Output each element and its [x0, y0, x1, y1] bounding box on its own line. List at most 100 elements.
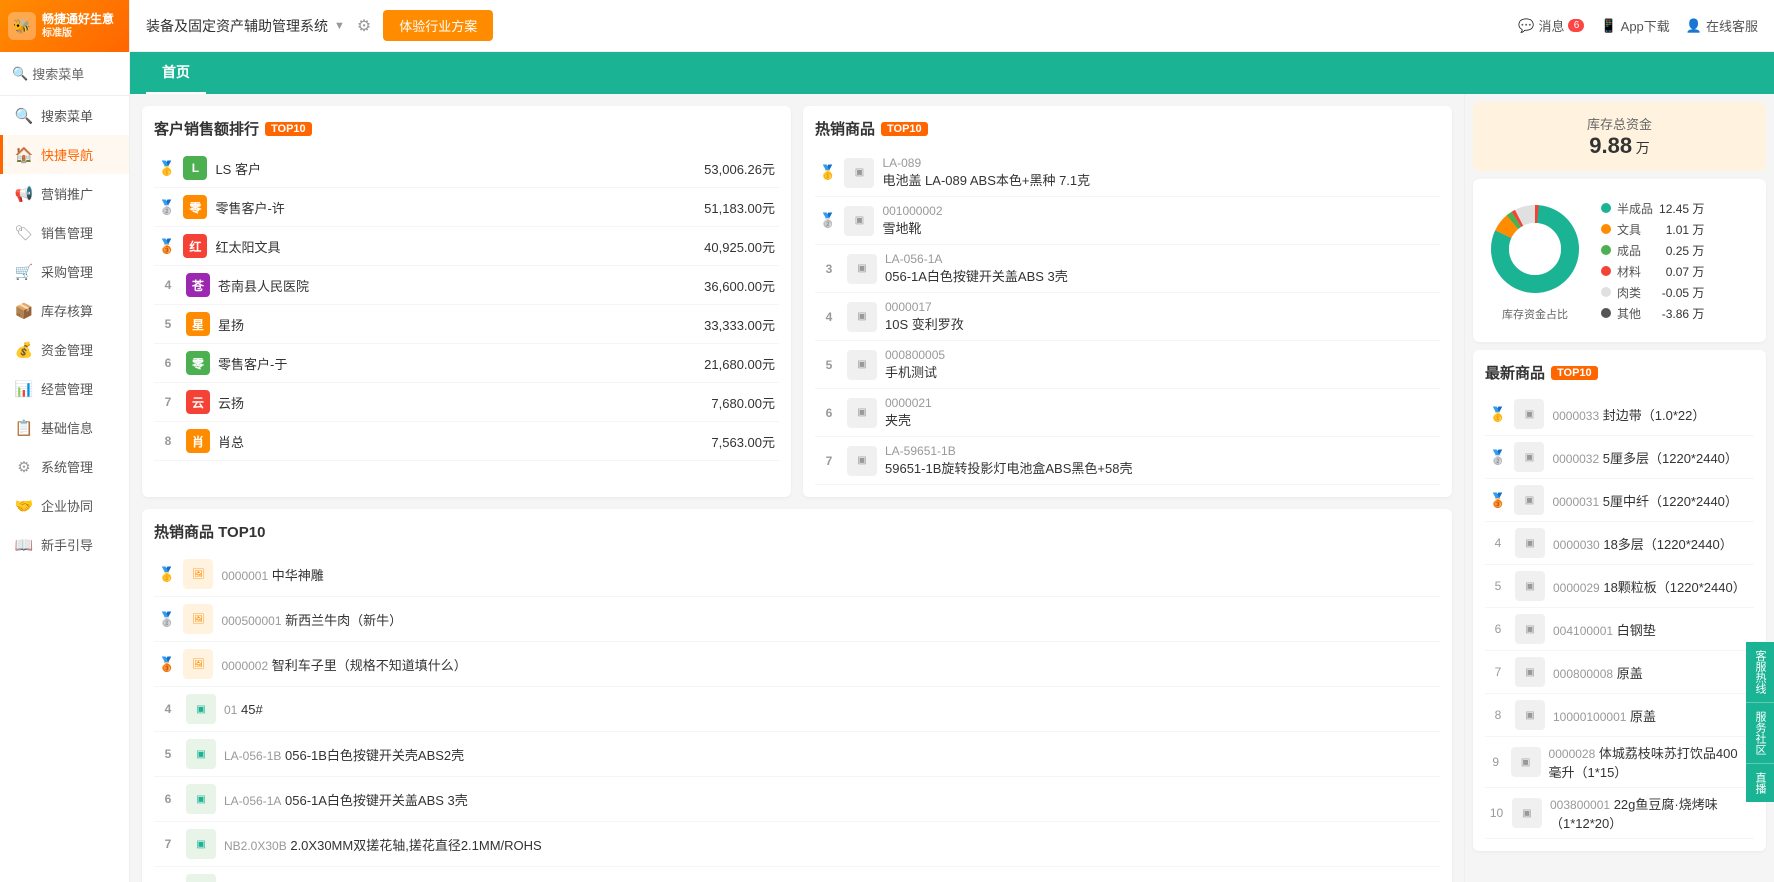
- hpr-name-6: 59651-1B旋转投影灯电池盒ABS黑色+58壳: [885, 458, 1132, 477]
- inventory-chart-card: 库存资金占比 半成品 12.45 万 文具 1.01 万 成品 0.25 万 材…: [1473, 179, 1766, 342]
- hot-product-item-1: 🥈 🖼 000500001 新西兰牛肉（新牛）: [154, 597, 1440, 642]
- latest-top-badge: TOP10: [1551, 366, 1598, 380]
- sidebar-item-11[interactable]: 📖新手引导: [0, 525, 129, 564]
- hpr-name-2: 056-1A白色按键开关盖ABS 3壳: [885, 266, 1068, 285]
- hp-name-2: 智利车子里（规格不知道填什么）: [272, 658, 467, 673]
- hot-product-item-2: 🥉 🖼 0000002 智利车子里（规格不知道填什么）: [154, 642, 1440, 687]
- hpr-name-0: 电池盖 LA-089 ABS本色+黑种 7.1克: [882, 170, 1090, 189]
- hp-info-4: LA-056-1B 056-1B白色按键开关壳ABS2壳: [224, 745, 464, 764]
- hpr-img-3: ▣: [847, 302, 877, 332]
- hpr-img-1: ▣: [844, 206, 874, 236]
- hot-right-item-2: 3 ▣ LA-056-1A 056-1A白色按键开关盖ABS 3壳: [815, 245, 1440, 293]
- system-title: 装备及固定资产辅助管理系统 ▼: [146, 16, 345, 36]
- hot-right-item-1: 🥈 ▣ 001000002 雪地靴: [815, 197, 1440, 245]
- logo-text: 畅捷通好生意 标准版: [42, 12, 114, 41]
- lp-code-0: 0000033: [1552, 409, 1599, 423]
- top-row: 客户销售额排行 TOP10 🥇 L LS 客户 53,006.26元 🥈 零 零…: [142, 106, 1452, 497]
- customer-avatar-0: L: [183, 156, 207, 180]
- float-btn-0[interactable]: 客服热线: [1746, 642, 1774, 703]
- hp-code-4: LA-056-1B: [224, 749, 281, 763]
- customer-name-3: 苍南县人民医院: [218, 276, 696, 295]
- sidebar-item-8[interactable]: 📋基础信息: [0, 408, 129, 447]
- legend-item-1: 文具 1.01 万: [1601, 221, 1704, 238]
- nav-label-7: 经营管理: [41, 379, 93, 398]
- hpr-info-3: 0000017 10S 变利罗孜: [885, 300, 964, 333]
- customer-rank-item-5: 6 零 零售客户-于 21,680.00元: [154, 344, 779, 383]
- message-btn[interactable]: 💬 消息 6: [1518, 16, 1584, 35]
- hp-info-1: 000500001 新西兰牛肉（新牛）: [221, 610, 402, 629]
- hpr-medal-gold: 🥇: [819, 164, 836, 181]
- search-menu-btn[interactable]: 🔍 搜索菜单: [8, 60, 121, 87]
- message-icon: 💬: [1518, 18, 1534, 34]
- lp-img-4: ▣: [1515, 571, 1545, 601]
- inventory-label: 库存总资金: [1485, 114, 1754, 133]
- hp-medal-silver: 🥈: [158, 611, 175, 628]
- customer-rank-title: 客户销售额排行 TOP10: [154, 118, 779, 139]
- lp-info-8: 0000028 体城荔枝味苏打饮品400毫升（1*15）: [1549, 743, 1750, 781]
- trial-btn[interactable]: 体验行业方案: [383, 10, 493, 41]
- hpr-img-2: ▣: [847, 254, 877, 284]
- hp-img-7: ▣: [186, 874, 216, 882]
- customer-name-6: 云扬: [218, 393, 703, 412]
- sidebar-item-2[interactable]: 📢营销推广: [0, 174, 129, 213]
- nav-label-8: 基础信息: [41, 418, 93, 437]
- lp-rank-6: 7: [1489, 665, 1507, 679]
- hpr-info-2: LA-056-1A 056-1A白色按键开关盖ABS 3壳: [885, 252, 1068, 285]
- sidebar-item-0[interactable]: 🔍 搜索菜单: [0, 96, 129, 135]
- home-tab[interactable]: 首页: [146, 52, 206, 94]
- hpr-img-0: ▣: [844, 158, 874, 188]
- hpr-code-0: LA-089: [882, 156, 1090, 170]
- hp-code-0: 0000001: [221, 569, 268, 583]
- lp-code-1: 0000032: [1552, 452, 1599, 466]
- nav-icon-0: 🔍: [15, 107, 33, 125]
- sidebar-item-4[interactable]: 🛒采购管理: [0, 252, 129, 291]
- lp-name-5: 白钢垫: [1617, 623, 1656, 638]
- nav-label-9: 系统管理: [41, 457, 93, 476]
- medal-bronze: 🥉: [158, 238, 175, 255]
- app-label: App下载: [1621, 16, 1670, 35]
- hot-product-item-0: 🥇 🖼 0000001 中华神雕: [154, 552, 1440, 597]
- lp-info-9: 003800001 22g鱼豆腐·烧烤味（1*12*20）: [1550, 794, 1750, 832]
- service-label: 在线客服: [1706, 16, 1758, 35]
- nav-icon-3: 🏷: [15, 224, 33, 242]
- float-btn-1[interactable]: 服务社区: [1746, 703, 1774, 764]
- sidebar-item-1[interactable]: 🏠快捷导航: [0, 135, 129, 174]
- sidebar-item-5[interactable]: 📦库存核算: [0, 291, 129, 330]
- hp-info-5: LA-056-1A 056-1A白色按键开关盖ABS 3壳: [224, 790, 468, 809]
- sidebar-item-10[interactable]: 🤝企业协同: [0, 486, 129, 525]
- hpr-name-3: 10S 变利罗孜: [885, 314, 964, 333]
- sidebar-item-3[interactable]: 🏷销售管理: [0, 213, 129, 252]
- float-btn-2[interactable]: 直播: [1746, 764, 1774, 802]
- legend-dot-4: [1601, 287, 1611, 297]
- lp-rank-4: 5: [1489, 579, 1507, 593]
- search-icon: 🔍: [12, 66, 28, 82]
- hot-products-right-title: 热销商品 TOP10: [815, 118, 1440, 139]
- main-container: 装备及固定资产辅助管理系统 ▼ ⚙ 体验行业方案 💬 消息 6 📱 App下载 …: [130, 0, 1774, 882]
- nav-icon-7: 📊: [15, 380, 33, 398]
- legend-item-2: 成品 0.25 万: [1601, 242, 1704, 259]
- hot-product-item-6: 7 ▣ NB2.0X30B 2.0X30MM双搓花轴,搓花直径2.1MM/ROH…: [154, 822, 1440, 867]
- title-dropdown-icon[interactable]: ▼: [334, 20, 345, 32]
- hpr-img-6: ▣: [847, 446, 877, 476]
- hot-products-title: 热销商品 TOP10: [154, 521, 1440, 542]
- nav-icon-4: 🛒: [15, 263, 33, 281]
- hp-img-5: ▣: [186, 784, 216, 814]
- settings-icon[interactable]: ⚙: [357, 16, 371, 36]
- lp-code-2: 0000031: [1552, 495, 1599, 509]
- sidebar-item-6[interactable]: 💰资金管理: [0, 330, 129, 369]
- nav-label-2: 营销推广: [41, 184, 93, 203]
- nav-label-0: 搜索菜单: [41, 106, 93, 125]
- customer-rank-list: 🥇 L LS 客户 53,006.26元 🥈 零 零售客户-许 51,183.0…: [154, 149, 779, 461]
- app-download-btn[interactable]: 📱 App下载: [1600, 16, 1669, 35]
- hp-info-3: 01 45#: [224, 702, 263, 717]
- service-btn[interactable]: 👤 在线客服: [1686, 16, 1758, 35]
- customer-name-4: 星扬: [218, 315, 696, 334]
- lp-img-8: ▣: [1511, 747, 1541, 777]
- lp-code-7: 10000100001: [1553, 710, 1626, 724]
- lp-rank-3: 4: [1489, 536, 1507, 550]
- hot-products-right-card: 热销商品 TOP10 🥇 ▣ LA-089 电池盖 LA-089 ABS本色+黑…: [803, 106, 1452, 497]
- legend-val-3: 0.07 万: [1666, 263, 1705, 280]
- customer-rank-item-0: 🥇 L LS 客户 53,006.26元: [154, 149, 779, 188]
- sidebar-item-9[interactable]: ⚙系统管理: [0, 447, 129, 486]
- sidebar-item-7[interactable]: 📊 经营管理: [0, 369, 129, 408]
